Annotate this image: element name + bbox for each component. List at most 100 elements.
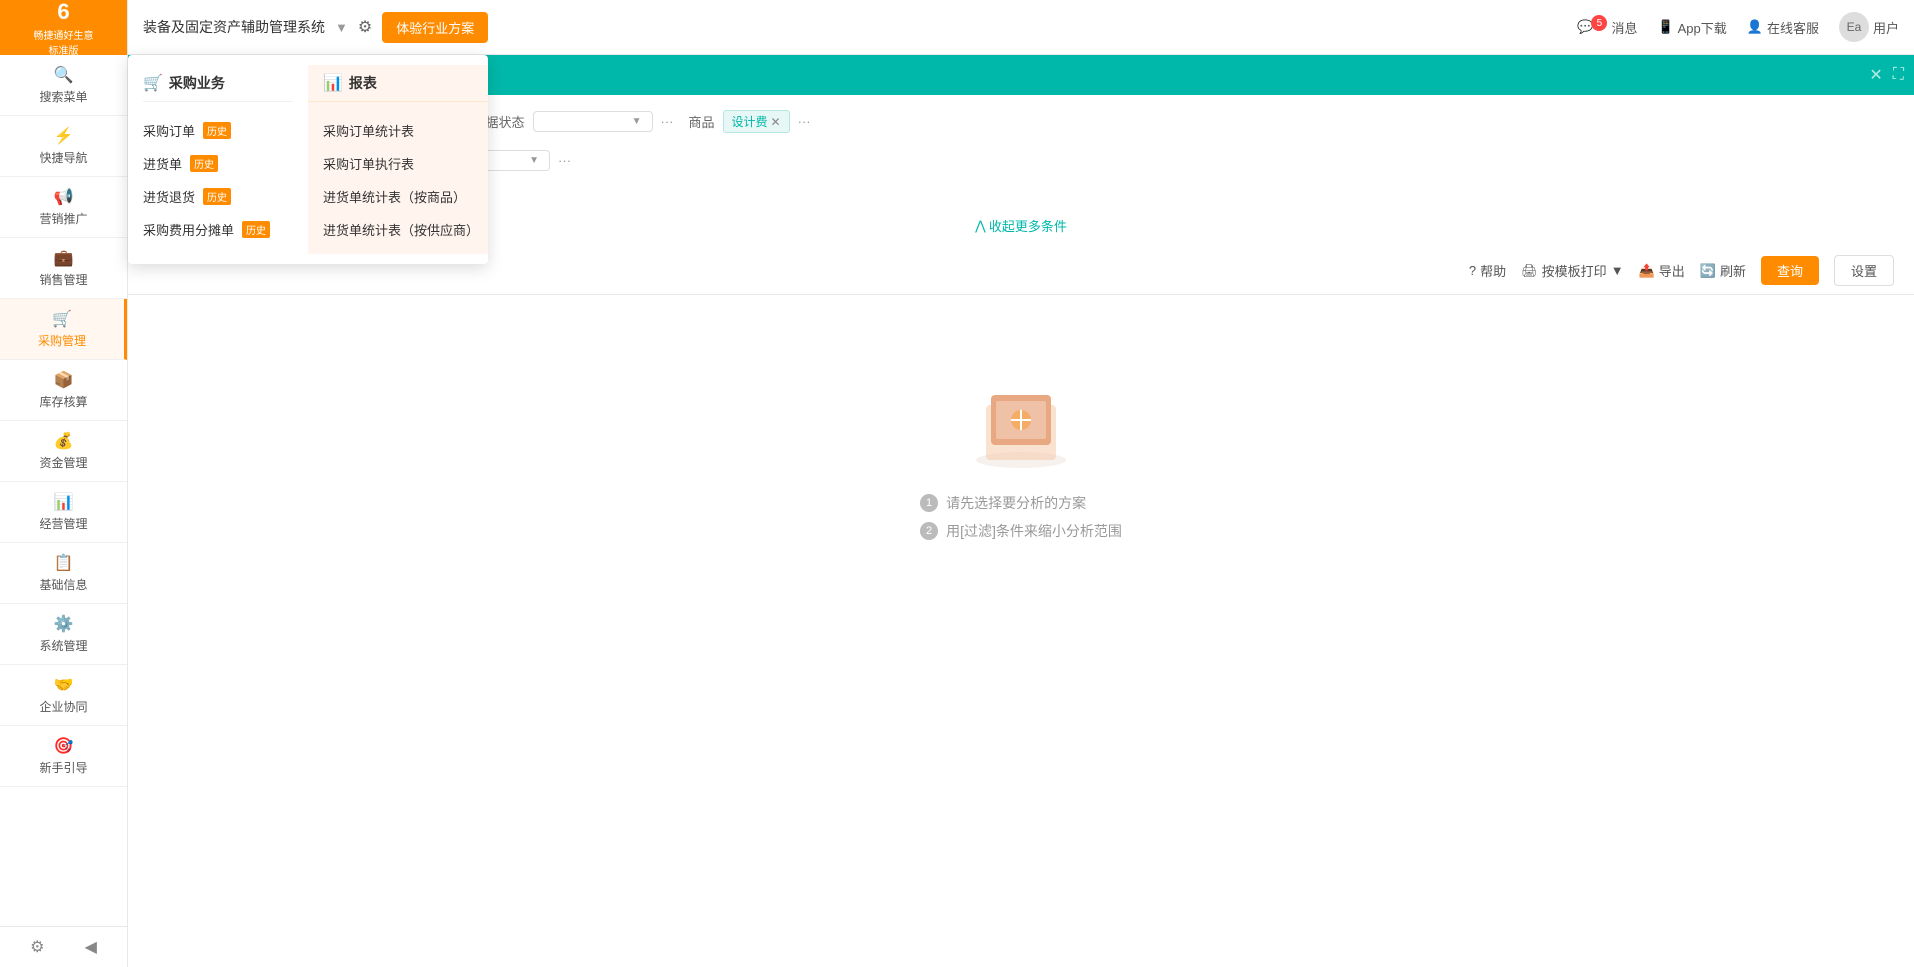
online-service-icon: 👤 bbox=[1747, 19, 1763, 35]
sales-icon: 💼 bbox=[54, 248, 74, 268]
empty-text: 1 请先选择要分析的方案 2 用[过滤]条件来缩小分析范围 bbox=[920, 493, 1122, 541]
finance-icon: 💰 bbox=[54, 431, 74, 451]
doc-status-filter: 单据状态 ▼ ··· bbox=[473, 111, 674, 132]
cooperation-icon: 🤝 bbox=[54, 675, 74, 695]
step-num-1: 1 bbox=[920, 494, 938, 512]
user-label: 用户 bbox=[1873, 18, 1899, 37]
sidebar-item-marketing[interactable]: 📢 营销推广 bbox=[0, 177, 127, 238]
avatar: Ea bbox=[1839, 12, 1869, 42]
step-num-2: 2 bbox=[920, 522, 938, 540]
menu-goods-in-stats-supplier[interactable]: 进货单统计表（按供应商） bbox=[323, 213, 473, 246]
sidebar-item-finance[interactable]: 💰 资金管理 bbox=[0, 421, 127, 482]
goods-filter: 商品 设计费 ✕ ··· bbox=[689, 110, 811, 133]
print-btn[interactable]: 🖨 按模板打印 ▼ bbox=[1521, 261, 1623, 280]
settings-btn[interactable]: 设置 bbox=[1834, 255, 1894, 286]
menu-purchase-expense[interactable]: 采购费用分摊单 历史 bbox=[143, 213, 293, 246]
refresh-btn[interactable]: 🔄 刷新 bbox=[1700, 261, 1746, 280]
sidebar-item-quick-nav[interactable]: ⚡ 快捷导航 bbox=[0, 116, 127, 177]
inventory-icon: 📦 bbox=[54, 370, 74, 390]
sidebar-bottom: ⚙ ◀ bbox=[0, 926, 127, 967]
menu-purchase-order-exec[interactable]: 采购订单执行表 bbox=[323, 147, 473, 180]
user-btn[interactable]: Ea 用户 bbox=[1839, 12, 1899, 42]
app-download-btn[interactable]: 📱 App下载 bbox=[1657, 18, 1726, 37]
online-service-btn[interactable]: 👤 在线客服 bbox=[1747, 18, 1819, 37]
print-icon: 🖨 bbox=[1521, 263, 1538, 279]
topbar-right: 💬 5 消息 📱 App下载 👤 在线客服 Ea 用户 bbox=[1577, 12, 1899, 42]
purchase-report-col: 📊 报表 采购订单统计表 采购订单执行表 进货单统计表（按商品） 进货单统计表（… bbox=[308, 65, 488, 254]
newbie-icon: 🎯 bbox=[54, 736, 74, 756]
print-chevron: ▼ bbox=[1611, 263, 1624, 278]
doc-status-dots[interactable]: ··· bbox=[661, 114, 674, 129]
empty-step2: 2 用[过滤]条件来缩小分析范围 bbox=[920, 521, 1122, 541]
sidebar-item-cooperation[interactable]: 🤝 企业协同 bbox=[0, 665, 127, 726]
history-tag-2: 历史 bbox=[190, 155, 218, 172]
industry-btn[interactable]: 体验行业方案 bbox=[382, 12, 488, 43]
quick-nav-icon: ⚡ bbox=[54, 126, 74, 146]
goods-label: 商品 bbox=[689, 112, 715, 131]
system-title: 装备及固定资产辅助管理系统 bbox=[143, 17, 325, 37]
app-download-icon: 📱 bbox=[1657, 19, 1673, 35]
salesperson-dots[interactable]: ··· bbox=[558, 153, 571, 168]
message-btn[interactable]: 💬 5 消息 bbox=[1577, 18, 1637, 37]
business-header-icon: 🛒 bbox=[143, 73, 163, 93]
goods-tag: 设计费 ✕ bbox=[723, 110, 790, 133]
history-tag-4: 历史 bbox=[242, 221, 270, 238]
purchase-business-col: 🛒 采购业务 采购订单 历史 进货单 历史 进货退货 历史 采购费用分摊单 bbox=[128, 65, 308, 254]
tab-window-close-btn[interactable]: ✕ bbox=[1869, 65, 1882, 85]
help-btn[interactable]: ? 帮助 bbox=[1469, 261, 1506, 280]
menu-purchase-order-stats[interactable]: 采购订单统计表 bbox=[323, 114, 473, 147]
sidebar-item-operation[interactable]: 📊 经营管理 bbox=[0, 482, 127, 543]
menu-goods-in-stats-product[interactable]: 进货单统计表（按商品） bbox=[323, 180, 473, 213]
doc-status-select[interactable]: ▼ bbox=[533, 111, 653, 132]
search-icon: 🔍 bbox=[54, 65, 74, 85]
online-service-label: 在线客服 bbox=[1767, 18, 1819, 37]
app-logo: 6 畅捷通好生意 标准版 bbox=[0, 0, 127, 55]
menu-goods-in[interactable]: 进货单 历史 bbox=[143, 147, 293, 180]
topbar: 装备及固定资产辅助管理系统 ▼ ⚙ 体验行业方案 💬 5 消息 📱 App下载 … bbox=[128, 0, 1914, 55]
purchase-dropdown-menu[interactable]: 🛒 采购业务 采购订单 历史 进货单 历史 进货退货 历史 采购费用分摊单 bbox=[128, 55, 488, 264]
logo-text: 畅捷通好生意 标准版 bbox=[34, 27, 94, 57]
tab-expand-btn[interactable]: ⛶ bbox=[1893, 66, 1904, 84]
sidebar-collapse-btn[interactable]: ◀ bbox=[85, 937, 97, 957]
settings-gear-icon[interactable]: ⚙ bbox=[358, 17, 372, 37]
dropdown-arrow-icon[interactable]: ▼ bbox=[335, 20, 348, 35]
collapse-btn[interactable]: ⋀ 收起更多条件 bbox=[975, 216, 1067, 235]
app-download-label: App下载 bbox=[1678, 18, 1727, 37]
sidebar-item-inventory[interactable]: 📦 库存核算 bbox=[0, 360, 127, 421]
sidebar-item-system[interactable]: ⚙️ 系统管理 bbox=[0, 604, 127, 665]
sidebar-item-basic-info[interactable]: 📋 基础信息 bbox=[0, 543, 127, 604]
empty-illustration bbox=[961, 375, 1081, 478]
sidebar-item-sales[interactable]: 💼 销售管理 bbox=[0, 238, 127, 299]
help-icon: ? bbox=[1469, 263, 1476, 278]
dropdown-columns: 🛒 采购业务 采购订单 历史 进货单 历史 进货退货 历史 采购费用分摊单 bbox=[128, 65, 488, 254]
history-tag-3: 历史 bbox=[203, 188, 231, 205]
sidebar-item-newbie[interactable]: 🎯 新手引导 bbox=[0, 726, 127, 787]
purchase-business-header: 🛒 采购业务 bbox=[143, 73, 293, 102]
empty-state: 1 请先选择要分析的方案 2 用[过滤]条件来缩小分析范围 bbox=[128, 295, 1914, 621]
collapse-icon: ⋀ bbox=[975, 218, 986, 234]
menu-return-goods[interactable]: 进货退货 历史 bbox=[143, 180, 293, 213]
export-icon: 📤 bbox=[1639, 263, 1655, 279]
salesperson-chevron: ▼ bbox=[529, 155, 539, 166]
purchase-icon: 🛒 bbox=[52, 309, 72, 329]
doc-status-chevron: ▼ bbox=[632, 116, 642, 127]
sidebar-settings-btn[interactable]: ⚙ bbox=[30, 937, 44, 957]
sidebar: 6 畅捷通好生意 标准版 🔍 搜索菜单 ⚡ 快捷导航 📢 营销推广 💼 销售管理… bbox=[0, 0, 128, 967]
basic-info-icon: 📋 bbox=[54, 553, 74, 573]
message-badge: 5 bbox=[1591, 15, 1607, 31]
sidebar-item-purchase[interactable]: 🛒 采购管理 bbox=[0, 299, 127, 360]
goods-tag-remove[interactable]: ✕ bbox=[771, 115, 781, 129]
system-icon: ⚙️ bbox=[54, 614, 74, 634]
query-btn[interactable]: 查询 bbox=[1761, 256, 1819, 285]
topbar-left: 装备及固定资产辅助管理系统 ▼ ⚙ 体验行业方案 bbox=[143, 12, 488, 43]
refresh-icon: 🔄 bbox=[1700, 263, 1716, 279]
history-tag-1: 历史 bbox=[203, 122, 231, 139]
message-label: 消息 bbox=[1611, 18, 1637, 37]
goods-dots[interactable]: ··· bbox=[798, 114, 811, 129]
operation-icon: 📊 bbox=[54, 492, 74, 512]
marketing-icon: 📢 bbox=[54, 187, 74, 207]
menu-purchase-order[interactable]: 采购订单 历史 bbox=[143, 114, 293, 147]
empty-step1: 1 请先选择要分析的方案 bbox=[920, 493, 1122, 513]
export-btn[interactable]: 📤 导出 bbox=[1639, 261, 1685, 280]
sidebar-item-search[interactable]: 🔍 搜索菜单 bbox=[0, 55, 127, 116]
